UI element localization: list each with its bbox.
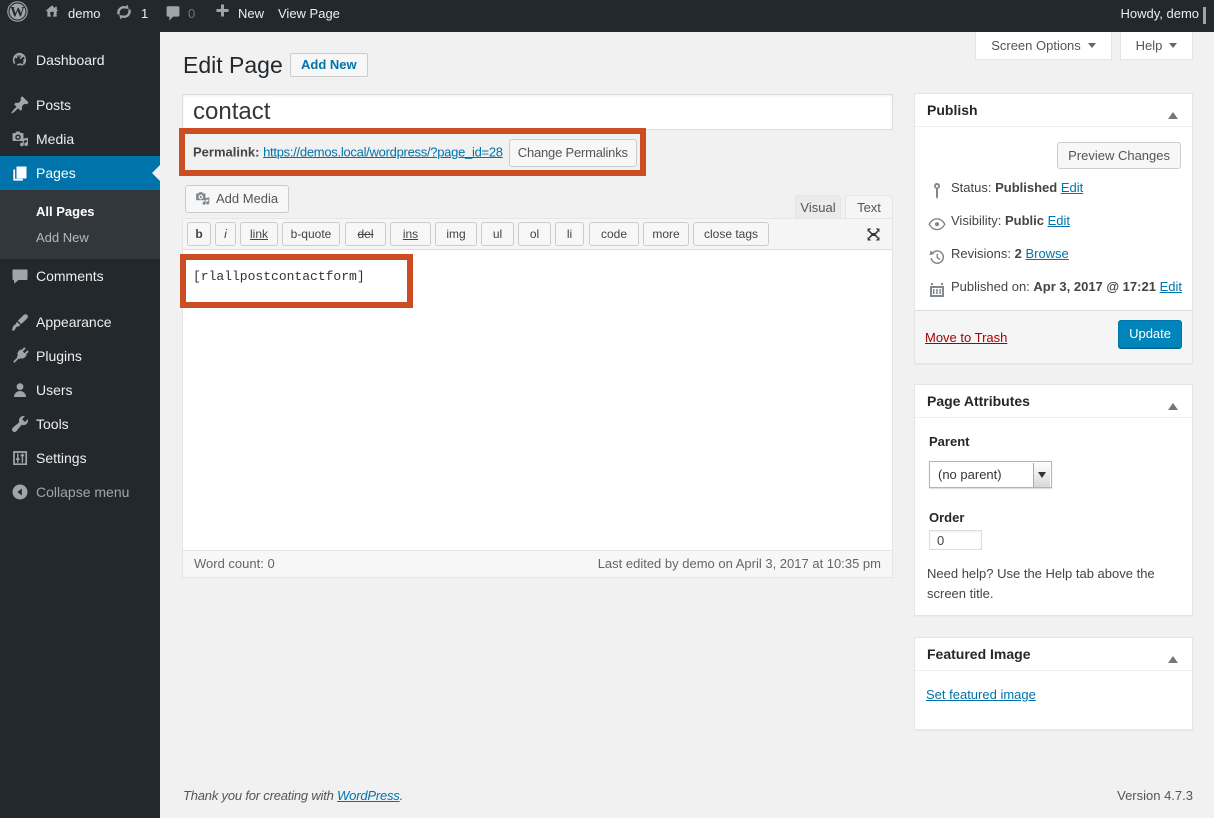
svg-text:W: W — [10, 5, 25, 21]
